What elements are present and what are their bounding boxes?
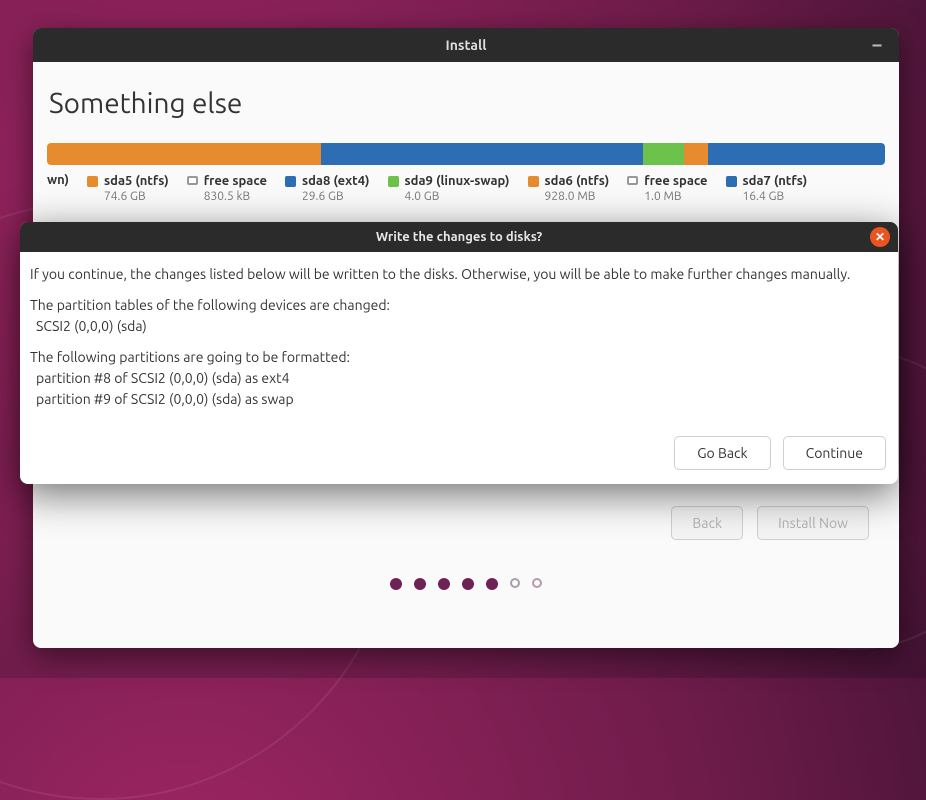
legend-swatch: [528, 176, 539, 187]
legend-swatch: [187, 176, 198, 185]
usage-bar: [47, 143, 885, 165]
dialog-title: Write the changes to disks?: [376, 230, 542, 244]
progress-dots: [33, 578, 899, 590]
partition-usage: wn) sda5 (ntfs)74.6 GB free space830.5 kB s…: [47, 143, 885, 204]
window-title: Install: [446, 37, 487, 53]
legend-item: wn): [47, 173, 69, 204]
format-heading: The following partitions are going to be…: [30, 347, 886, 368]
legend-label: sda7 (ntfs)16.4 GB: [743, 173, 808, 204]
legend-item: sda8 (ext4)29.6 GB: [285, 173, 370, 204]
progress-dot-filled: [486, 578, 498, 590]
legend-item: free space830.5 kB: [187, 173, 267, 204]
close-icon[interactable]: ✕: [870, 227, 890, 247]
legend-label: free space1.0 MB: [644, 173, 707, 204]
dialog-buttons: Go Back Continue: [20, 434, 898, 484]
legend-swatch: [87, 176, 98, 187]
partition-legend: wn) sda5 (ntfs)74.6 GB free space830.5 kB s…: [47, 173, 885, 204]
legend-swatch: [627, 176, 638, 185]
usage-segment: [643, 143, 683, 165]
legend-label: sda6 (ntfs)928.0 MB: [545, 173, 610, 204]
install-now-button[interactable]: Install Now: [757, 506, 869, 540]
legend-swatch: [388, 176, 399, 187]
progress-dot-filled: [414, 578, 426, 590]
legend-label: sda5 (ntfs)74.6 GB: [104, 173, 169, 204]
page-title: Something else: [49, 88, 885, 119]
back-button[interactable]: Back: [671, 506, 743, 540]
minimize-icon[interactable]: –: [869, 37, 885, 53]
legend-label: free space830.5 kB: [204, 173, 267, 204]
continue-button[interactable]: Continue: [783, 436, 886, 470]
progress-dot-hollow: [532, 578, 542, 588]
confirm-write-dialog: Write the changes to disks? ✕ If you con…: [20, 222, 898, 484]
tables-list: SCSI2 (0,0,0) (sda): [30, 316, 886, 337]
legend-item: sda6 (ntfs)928.0 MB: [528, 173, 610, 204]
legend-item: free space1.0 MB: [627, 173, 707, 204]
dialog-titlebar: Write the changes to disks? ✕: [20, 222, 898, 252]
main-buttons: Back Install Now: [671, 506, 869, 540]
legend-swatch: [285, 176, 296, 187]
progress-dot-filled: [438, 578, 450, 590]
legend-item: sda7 (ntfs)16.4 GB: [726, 173, 808, 204]
legend-item: sda9 (linux-swap)4.0 GB: [388, 173, 510, 204]
progress-dot-filled: [462, 578, 474, 590]
legend-swatch: [726, 176, 737, 187]
tables-heading: The partition tables of the following de…: [30, 295, 886, 316]
legend-label: sda9 (linux-swap)4.0 GB: [405, 173, 510, 204]
go-back-button[interactable]: Go Back: [674, 436, 770, 470]
progress-dot-filled: [390, 578, 402, 590]
dialog-intro: If you continue, the changes listed belo…: [30, 264, 886, 285]
usage-segment: [321, 143, 643, 165]
format-list-2: partition #9 of SCSI2 (0,0,0) (sda) as s…: [30, 389, 886, 410]
progress-dot-hollow: [510, 578, 520, 588]
usage-segment: [684, 143, 708, 165]
legend-label: sda8 (ext4)29.6 GB: [302, 173, 370, 204]
legend-item: sda5 (ntfs)74.6 GB: [87, 173, 169, 204]
dialog-body: If you continue, the changes listed belo…: [20, 252, 898, 434]
usage-segment: [47, 143, 321, 165]
usage-segment: [708, 143, 885, 165]
legend-prefix: wn): [47, 173, 69, 187]
titlebar: Install –: [33, 28, 899, 62]
format-list-1: partition #8 of SCSI2 (0,0,0) (sda) as e…: [30, 368, 886, 389]
